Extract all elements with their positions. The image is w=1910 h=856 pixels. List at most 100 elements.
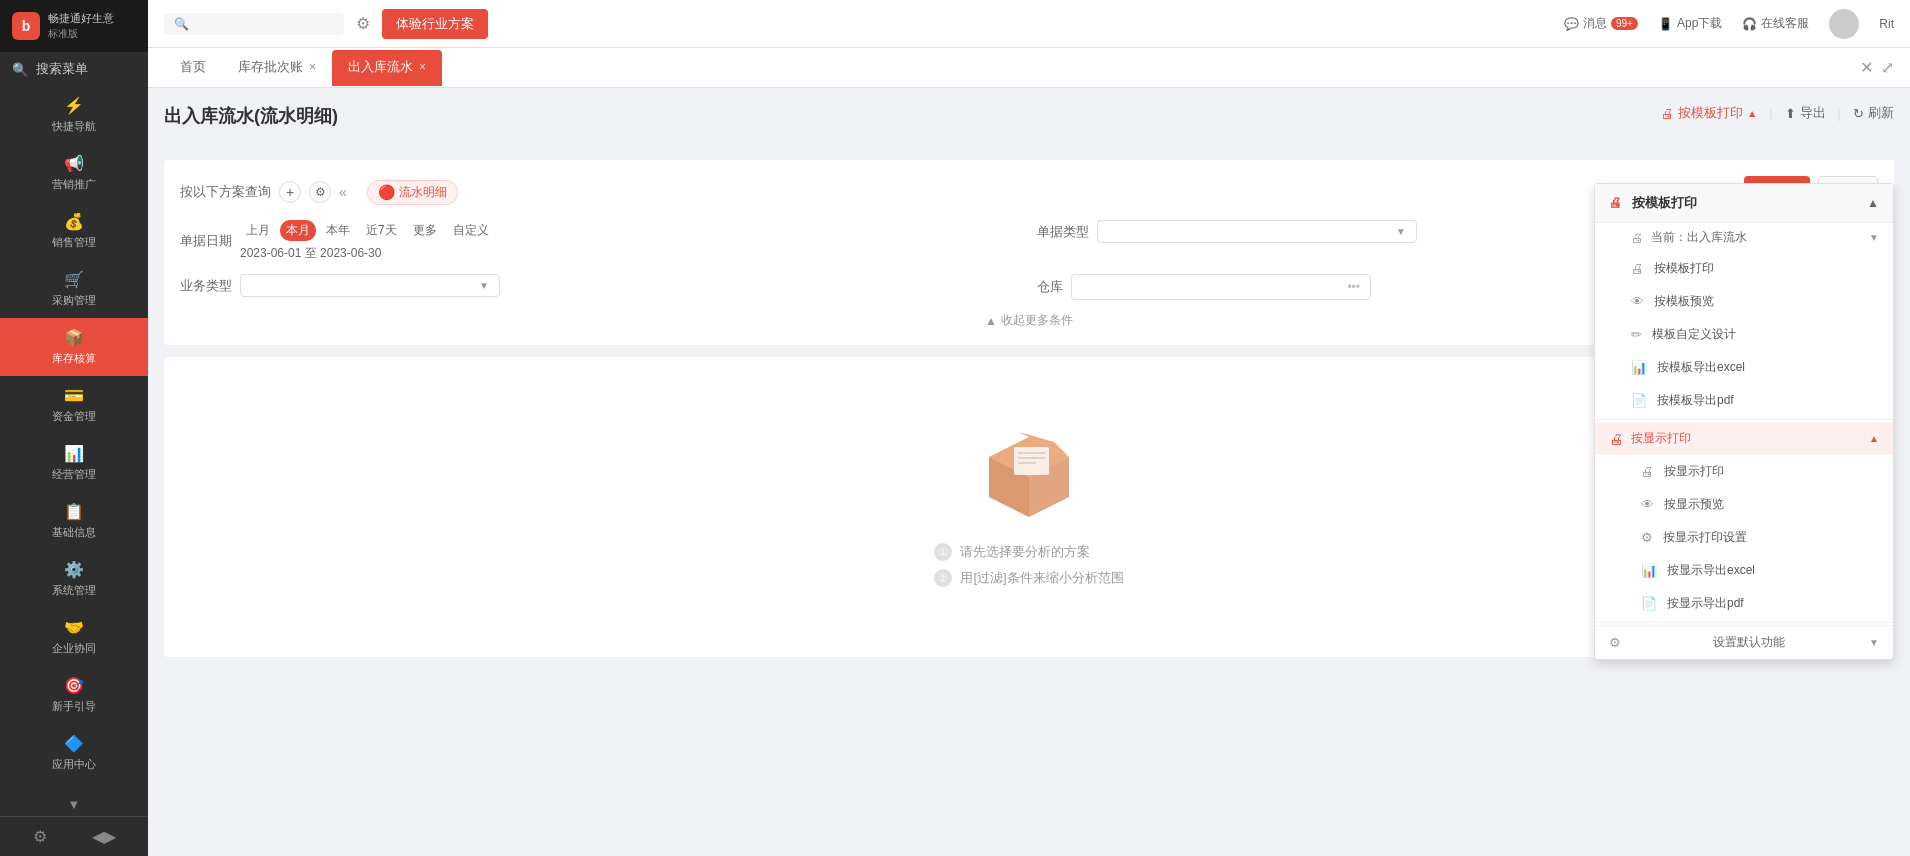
inventory-icon: 📦 [64,328,84,347]
tabs-bar: 首页 库存批次账 × 出入库流水 × ✕ ⤢ [148,48,1910,88]
print-template-preview-item[interactable]: 👁 按模板预览 [1595,285,1893,318]
print-template-pdf-item[interactable]: 📄 按模板导出pdf [1595,384,1893,417]
sidebar-item-label: 经营管理 [52,467,96,482]
sidebar-item-apps[interactable]: 🔷 应用中心 [0,724,148,782]
service-label: 在线客服 [1761,15,1809,32]
step-num-1: ① [934,543,952,561]
sidebar-item-sales[interactable]: 💰 销售管理 [0,202,148,260]
print-dropdown-title-text: 按模板打印 [1632,195,1697,210]
display-pdf-label: 按显示导出pdf [1667,595,1744,612]
sidebar: b 畅捷通好生意 标准版 🔍 搜索菜单 ⚡ 快捷导航 📢 营销推广 💰 销售管理… [0,0,148,856]
tab-home[interactable]: 首页 [164,50,222,86]
filter-tag-flow-detail[interactable]: 🔴 流水明细 [367,180,458,205]
print-display-print-item[interactable]: 🖨 按显示打印 [1595,455,1893,488]
topbar-search[interactable]: 🔍 [164,13,344,35]
print-footer-settings[interactable]: ⚙ 设置默认功能 ▼ [1595,625,1893,659]
industry-solution-button[interactable]: 体验行业方案 [382,9,488,39]
bill-type-select[interactable]: ▼ [1097,220,1417,243]
filter-biz-type-item: 业务类型 ▼ [180,274,1021,297]
page-title: 出入库流水(流水明细) [164,104,338,128]
topbar-gear-icon[interactable]: ⚙ [356,14,370,33]
sidebar-item-purchase[interactable]: 🛒 采购管理 [0,260,148,318]
more-shortcut[interactable]: 更多 [407,220,443,241]
print-display-settings-item[interactable]: ⚙ 按显示打印设置 [1595,521,1893,554]
tab-flow-label: 出入库流水 [348,58,413,76]
empty-state: ① 请先选择要分析的方案 ② 用[过滤]条件来缩小分析范围 [914,367,1143,647]
print-template-preview-label: 按模板预览 [1654,293,1714,310]
sidebar-collapse-btn[interactable]: ◀▶ [92,827,116,846]
sidebar-item-label: 企业协同 [52,641,96,656]
print-dropdown-collapse-icon[interactable]: ▲ [1867,196,1879,210]
search-menu-label: 搜索菜单 [36,60,88,78]
custom-shortcut[interactable]: 自定义 [447,220,495,241]
sidebar-item-operations[interactable]: 📊 经营管理 [0,434,148,492]
sidebar-item-label: 应用中心 [52,757,96,772]
sidebar-item-system[interactable]: ⚙️ 系统管理 [0,550,148,608]
refresh-button[interactable]: ↻ 刷新 [1853,104,1894,122]
prev-month-shortcut[interactable]: 上月 [240,220,276,241]
tab-batch-ledger-close[interactable]: × [309,60,316,74]
empty-illustration [974,427,1084,527]
sidebar-item-marketing[interactable]: 📢 营销推广 [0,144,148,202]
message-badge: 99+ [1611,17,1638,30]
topbar-app-download[interactable]: 📱 App下载 [1658,15,1722,32]
tab-flow[interactable]: 出入库流水 × [332,50,442,86]
search-icon: 🔍 [12,62,28,77]
user-avatar[interactable] [1829,9,1859,39]
filter-collapse-icon[interactable]: « [339,184,347,200]
message-icon: 💬 [1564,17,1579,31]
print-current-section[interactable]: 🖨 当前：出入库流水 ▼ [1595,223,1893,252]
user-name[interactable]: Rit [1879,17,1894,31]
print-template-custom-item[interactable]: ✏ 模板自定义设计 [1595,318,1893,351]
message-label: 消息 [1583,15,1607,32]
export-button[interactable]: ⬆ 导出 [1785,104,1826,122]
print-display-pdf-item[interactable]: 📄 按显示导出pdf [1595,587,1893,620]
print-template-print-item[interactable]: 🖨 按模板打印 [1595,252,1893,285]
sidebar-item-quick-nav[interactable]: ⚡ 快捷导航 [0,86,148,144]
sidebar-item-finance[interactable]: 💳 资金管理 [0,376,148,434]
sidebar-settings-btn[interactable]: ⚙ [33,827,47,846]
cur-month-shortcut[interactable]: 本月 [280,220,316,241]
sidebar-item-basic[interactable]: 📋 基础信息 [0,492,148,550]
print-template-excel-item[interactable]: 📊 按模板导出excel [1595,351,1893,384]
print-template-print-icon: 🖨 [1631,261,1644,276]
sidebar-item-label: 库存核算 [52,351,96,366]
chevron-up-icon: ▲ [985,314,997,328]
tabs-right-actions: ✕ ⤢ [1860,58,1894,77]
refresh-icon: ↻ [1853,106,1864,121]
filter-label: 按以下方案查询 [180,183,271,201]
print-template-label: 按模板打印 [1678,104,1743,122]
warehouse-more-icon: ••• [1347,280,1360,294]
print-display-preview-item[interactable]: 👁 按显示预览 [1595,488,1893,521]
print-display-section-header[interactable]: 🖨 按显示打印 ▲ [1595,422,1893,455]
tab-batch-ledger[interactable]: 库存批次账 × [222,50,332,86]
tabs-close-all-button[interactable]: ✕ [1860,58,1873,77]
print-template-button[interactable]: 🖨 按模板打印 ▲ [1661,104,1757,122]
topbar: 🔍 ⚙ 体验行业方案 💬 消息 99+ 📱 App下载 🎧 在线客服 Rit [148,0,1910,48]
topbar-online-service[interactable]: 🎧 在线客服 [1742,15,1809,32]
sidebar-item-inventory[interactable]: 📦 库存核算 [0,318,148,376]
biz-type-select[interactable]: ▼ [240,274,500,297]
collab-icon: 🤝 [64,618,84,637]
filter-settings-button[interactable]: ⚙ [309,181,331,203]
sidebar-scroll-down[interactable]: ▼ [0,792,148,816]
display-preview-label: 按显示预览 [1664,496,1724,513]
display-settings-icon: ⚙ [1641,530,1653,545]
search-menu-item[interactable]: 🔍 搜索菜单 [0,52,148,86]
top-actions: 🖨 按模板打印 ▲ | ⬆ 导出 | ↻ 刷新 [1661,104,1894,122]
display-section-icon: 🖨 [1609,431,1623,447]
topbar-messages[interactable]: 💬 消息 99+ [1564,15,1638,32]
filter-add-button[interactable]: + [279,181,301,203]
tabs-expand-button[interactable]: ⤢ [1881,58,1894,77]
tab-flow-close[interactable]: × [419,60,426,74]
7days-shortcut[interactable]: 近7天 [360,220,403,241]
chevron-up-icon: ▲ [1747,108,1757,119]
print-template-preview-icon: 👁 [1631,294,1644,309]
print-display-excel-item[interactable]: 📊 按显示导出excel [1595,554,1893,587]
warehouse-select[interactable]: ••• [1071,274,1371,300]
sidebar-item-guide[interactable]: 🎯 新手引导 [0,666,148,724]
sidebar-item-collab[interactable]: 🤝 企业协同 [0,608,148,666]
cur-year-shortcut[interactable]: 本年 [320,220,356,241]
display-excel-icon: 📊 [1641,563,1657,578]
sidebar-item-wechat[interactable]: 💬 企业微信 [0,782,148,792]
